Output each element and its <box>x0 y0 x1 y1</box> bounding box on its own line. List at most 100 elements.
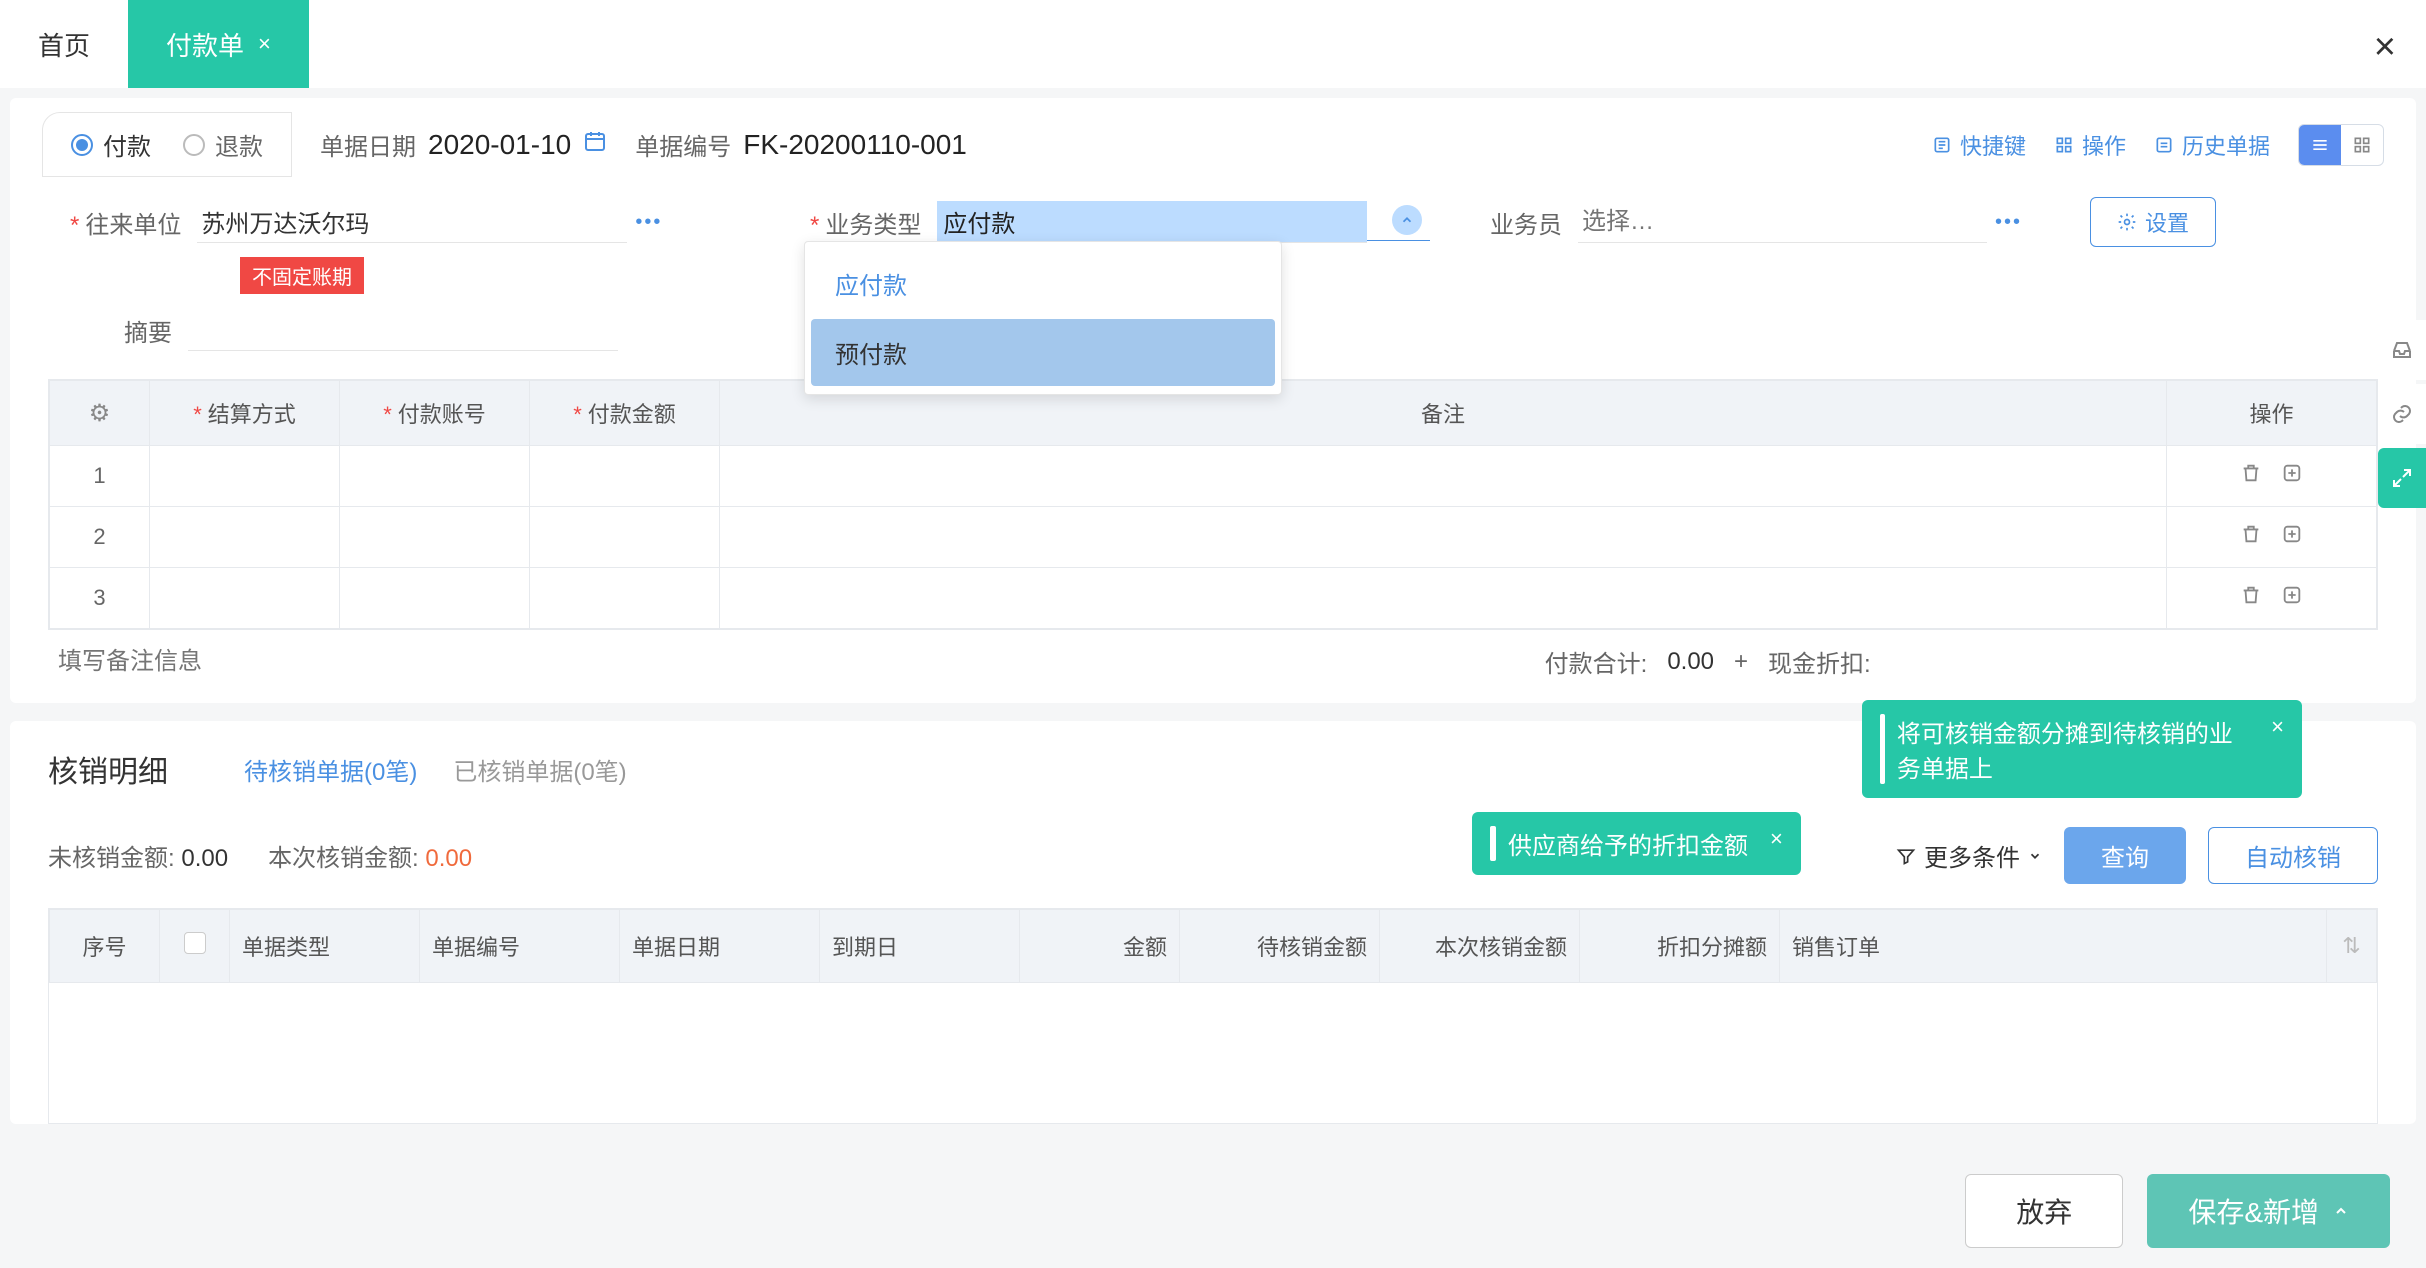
radio-icon <box>183 134 205 156</box>
radio-pay[interactable]: 付款 <box>71 127 151 162</box>
biztype-dropdown: 应付款 预付款 <box>804 241 1282 395</box>
tab-bar: 首页 付款单 × × <box>0 0 2426 88</box>
col-amount: 付款金额 <box>588 402 676 427</box>
history-link[interactable]: 历史单据 <box>2154 129 2270 161</box>
settings-label: 设置 <box>2145 206 2189 238</box>
add-row-icon[interactable] <box>2281 586 2303 611</box>
shortcut-link[interactable]: 快捷键 <box>1932 129 2026 161</box>
dropdown-option-prepay[interactable]: 预付款 <box>811 319 1275 386</box>
unwrote-label: 未核销金额: <box>48 845 175 872</box>
plus-sign: + <box>1734 648 1748 676</box>
tooltip-alloc: 将可核销金额分摊到待核销的业务单据上 × <box>1862 700 2302 798</box>
header-actions: 快捷键 操作 历史单据 <box>1932 124 2384 166</box>
partner-label: *往来单位 <box>70 205 181 240</box>
col-ops: 操作 <box>2167 381 2377 446</box>
view-list-icon[interactable] <box>2299 125 2341 165</box>
tooltip-discount-text: 供应商给予的折扣金额 <box>1508 826 1748 861</box>
remark-input[interactable] <box>58 648 558 676</box>
gear-icon[interactable]: ⚙ <box>89 400 111 427</box>
radio-pay-label: 付款 <box>103 127 151 162</box>
tooltip-alloc-text: 将可核销金额分摊到待核销的业务单据上 <box>1897 714 2249 784</box>
view-toggle <box>2298 124 2384 166</box>
operate-link[interactable]: 操作 <box>2054 129 2126 161</box>
this-writeoff-value: 0.00 <box>425 845 472 872</box>
radio-refund[interactable]: 退款 <box>183 127 263 162</box>
rail-link-icon[interactable] <box>2378 384 2426 444</box>
doc-date-field: 单据日期 2020-01-10 <box>320 127 607 162</box>
more-icon[interactable]: ••• <box>1987 211 2030 234</box>
mode-toggle: 付款 退款 <box>42 112 292 177</box>
auto-writeoff-button[interactable]: 自动核销 <box>2208 827 2378 884</box>
shortcut-label: 快捷键 <box>1960 129 2026 161</box>
col-due: 到期日 <box>820 910 1020 983</box>
calendar-icon[interactable] <box>583 129 607 160</box>
table-row[interactable]: 1 <box>50 446 2377 507</box>
col-amount: 金额 <box>1020 910 1180 983</box>
tooltip-close-icon[interactable]: × <box>1770 826 1783 852</box>
sort-handle-icon[interactable]: ⇅ <box>2342 933 2360 958</box>
row-number: 1 <box>50 446 150 507</box>
view-grid-icon[interactable] <box>2341 125 2383 165</box>
more-conditions-link[interactable]: 更多条件 <box>1896 838 2042 873</box>
right-rail <box>2378 320 2426 508</box>
tooltip-close-icon[interactable]: × <box>2271 714 2284 740</box>
save-and-new-button[interactable]: 保存&新增 <box>2147 1174 2390 1248</box>
add-row-icon[interactable] <box>2281 464 2303 489</box>
tab-done-writeoff[interactable]: 已核销单据(0笔) <box>453 752 626 787</box>
tooltip-discount: 供应商给予的折扣金额 × <box>1472 812 1801 875</box>
summary-label: 摘要 <box>124 313 172 348</box>
chevron-up-icon <box>2333 1203 2349 1219</box>
col-seq: 序号 <box>50 910 160 983</box>
save-button-label: 保存&新增 <box>2188 1191 2319 1231</box>
discount-label: 现金折扣: <box>1768 644 1871 679</box>
pay-total-value: 0.00 <box>1667 648 1714 676</box>
radio-icon <box>71 134 93 156</box>
chevron-up-icon[interactable] <box>1392 205 1422 235</box>
totals-row: 付款合计: 0.00 + 现金折扣: 可核销金额: 0.00 <box>10 630 2416 703</box>
query-button[interactable]: 查询 <box>2064 827 2186 884</box>
radio-refund-label: 退款 <box>215 127 263 162</box>
select-all-checkbox[interactable] <box>184 932 206 954</box>
col-pending: 待核销金额 <box>1180 910 1380 983</box>
add-row-icon[interactable] <box>2281 525 2303 550</box>
doc-date-value[interactable]: 2020-01-10 <box>428 129 571 161</box>
operate-label: 操作 <box>2082 129 2126 161</box>
biztype-input[interactable]: 应付款 <box>937 201 1367 243</box>
tab-close-icon[interactable]: × <box>258 31 271 57</box>
delete-icon[interactable] <box>2240 586 2262 611</box>
col-type: 单据类型 <box>230 910 420 983</box>
col-this-amt: 本次核销金额 <box>1380 910 1580 983</box>
tab-pending-writeoff[interactable]: 待核销单据(0笔) <box>244 752 417 787</box>
tab-payment[interactable]: 付款单 × <box>128 0 309 88</box>
cancel-button[interactable]: 放弃 <box>1965 1174 2123 1248</box>
rail-expand-icon[interactable] <box>2378 448 2426 508</box>
operator-label: 业务员 <box>1490 205 1562 240</box>
biztype-label: *业务类型 <box>810 205 921 240</box>
table-row[interactable]: 3 <box>50 568 2377 629</box>
delete-icon[interactable] <box>2240 464 2262 489</box>
header-bar: 付款 退款 单据日期 2020-01-10 单据编号 FK-20200110-0… <box>10 98 2416 187</box>
settings-button[interactable]: 设置 <box>2090 197 2216 247</box>
close-icon[interactable]: × <box>2374 26 2396 69</box>
more-conditions-label: 更多条件 <box>1924 838 2020 873</box>
writeoff-title: 核销明细 <box>48 747 168 791</box>
operator-input[interactable] <box>1578 202 1987 243</box>
writeoff-table: 序号 单据类型 单据编号 单据日期 到期日 金额 待核销金额 本次核销金额 折扣… <box>48 908 2378 1124</box>
summary-input[interactable] <box>188 310 618 351</box>
doc-no-label: 单据编号 <box>635 127 731 162</box>
partner-input[interactable] <box>197 202 627 243</box>
more-icon[interactable]: ••• <box>627 211 670 234</box>
payment-table: ⚙ *结算方式 *付款账号 *付款金额 备注 操作 1 2 <box>48 379 2378 630</box>
dropdown-option-payable[interactable]: 应付款 <box>811 250 1275 317</box>
delete-icon[interactable] <box>2240 525 2262 550</box>
doc-no-value: FK-20200110-001 <box>743 129 967 161</box>
col-settle: 结算方式 <box>208 402 296 427</box>
col-disc-alloc: 折扣分摊额 <box>1580 910 1780 983</box>
tab-home[interactable]: 首页 <box>0 0 128 88</box>
col-docno: 单据编号 <box>420 910 620 983</box>
history-label: 历史单据 <box>2182 129 2270 161</box>
unwrote-value: 0.00 <box>181 845 228 872</box>
table-row[interactable]: 2 <box>50 507 2377 568</box>
rail-inbox-icon[interactable] <box>2378 320 2426 380</box>
doc-date-label: 单据日期 <box>320 127 416 162</box>
